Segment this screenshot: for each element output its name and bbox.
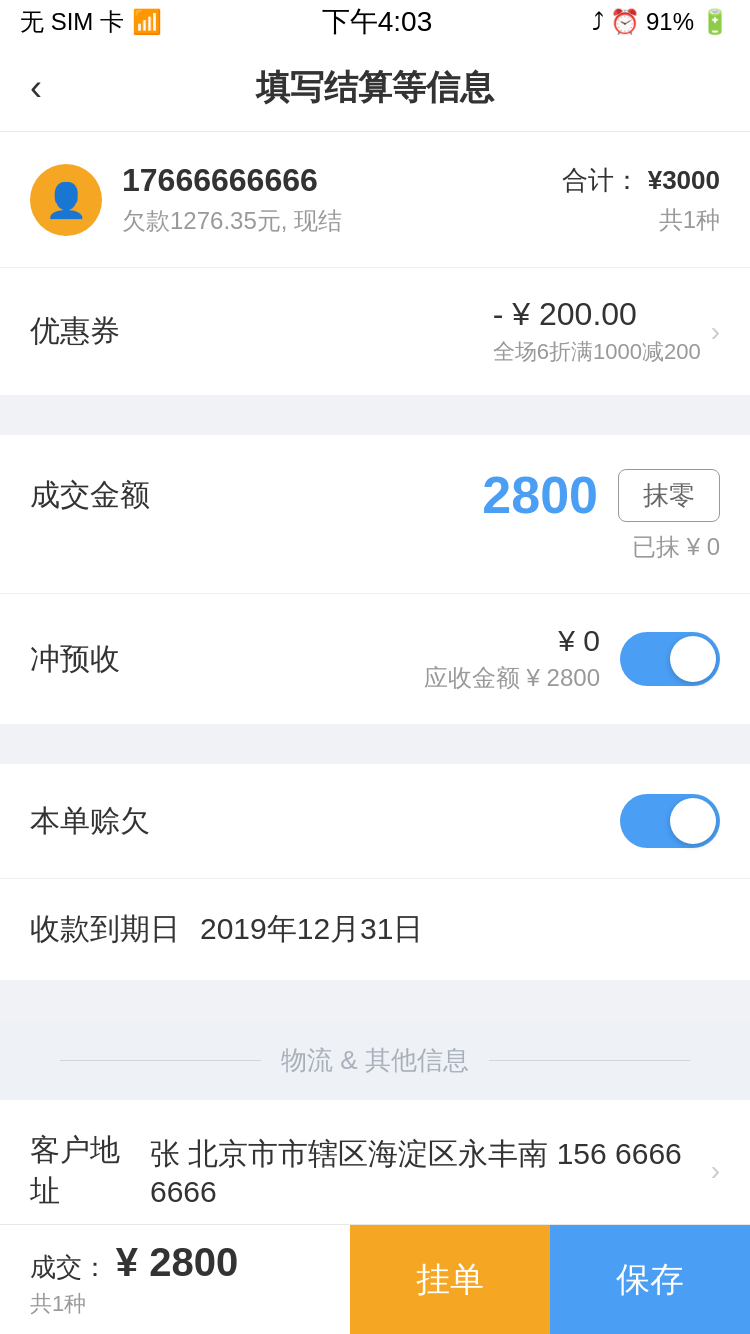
prereceive-right: ¥ 0 应收金额 ¥ 2800 — [424, 624, 720, 694]
section-divider-3 — [0, 1000, 750, 1020]
avatar-icon: 👤 — [45, 180, 87, 220]
coupon-desc: 全场6折满1000减200 — [493, 337, 701, 367]
bottom-summary: 成交： ¥ 2800 共1种 — [0, 1240, 350, 1319]
bottom-deal-amount: ¥ 2800 — [116, 1240, 238, 1284]
prereceive-section: 冲预收 ¥ 0 应收金额 ¥ 2800 — [0, 593, 750, 724]
coupon-label: 优惠券 — [30, 311, 120, 352]
wifi-icon: 📶 — [132, 8, 162, 36]
status-bar: 无 SIM 卡 📶 下午4:03 ⤴ ⏰ 91% 🔋 — [0, 0, 750, 44]
address-label: 客户地址 — [30, 1130, 130, 1212]
save-button[interactable]: 保存 — [550, 1225, 750, 1335]
prereceive-label: 冲预收 — [30, 639, 120, 680]
bottom-bar: 成交： ¥ 2800 共1种 挂单 保存 — [0, 1224, 750, 1334]
logistics-header-text: 物流 & 其他信息 — [261, 1043, 489, 1078]
amount-row: 成交金额 2800 抹零 — [30, 465, 720, 525]
duedate-value: 2019年12月31日 — [200, 909, 423, 950]
total-label: 合计： ¥3000 — [562, 163, 720, 198]
coupon-amount: - ¥ 200.00 — [493, 296, 701, 333]
logistics-header: 物流 & 其他信息 — [0, 1020, 750, 1100]
total-amount: ¥3000 — [648, 165, 720, 195]
deal-sub: 已抹 ¥ 0 — [30, 531, 720, 563]
prereceive-row: 冲预收 ¥ 0 应收金额 ¥ 2800 — [30, 624, 720, 694]
amount-section: 成交金额 2800 抹零 已抹 ¥ 0 — [0, 435, 750, 593]
nav-bar: ‹ 填写结算等信息 — [0, 44, 750, 132]
back-button[interactable]: ‹ — [30, 67, 42, 109]
battery-icon: 🔋 — [700, 8, 730, 36]
address-chevron-icon: › — [711, 1155, 720, 1187]
deal-value: 2800 — [482, 465, 598, 525]
alarm-icon: ⏰ — [610, 8, 640, 36]
customer-phone: 17666666666 — [122, 162, 342, 199]
customer-info: 17666666666 欠款1276.35元, 现结 — [122, 162, 342, 237]
prereceive-toggle[interactable] — [620, 632, 720, 686]
customer-left: 👤 17666666666 欠款1276.35元, 现结 — [30, 162, 342, 237]
customer-debt: 欠款1276.35元, 现结 — [122, 205, 342, 237]
debt-section: 本单赊欠 — [0, 764, 750, 878]
chevron-right-icon: › — [711, 316, 720, 348]
duedate-label: 收款到期日 — [30, 909, 180, 950]
debt-toggle[interactable] — [620, 794, 720, 848]
status-time: 下午4:03 — [322, 3, 433, 41]
amount-right: 2800 抹零 — [482, 465, 720, 525]
hold-button[interactable]: 挂单 — [350, 1225, 550, 1335]
status-right: ⤴ ⏰ 91% 🔋 — [592, 8, 730, 36]
section-divider-1 — [0, 415, 750, 435]
avatar: 👤 — [30, 164, 102, 236]
debt-label: 本单赊欠 — [30, 801, 150, 842]
coupon-info: - ¥ 200.00 全场6折满1000减200 — [493, 296, 701, 367]
address-section[interactable]: 客户地址 张 北京市市辖区海淀区永丰南 156 6666 6666 › — [0, 1100, 750, 1242]
prereceive-info: ¥ 0 应收金额 ¥ 2800 — [424, 624, 600, 694]
battery-percent: 91% — [646, 8, 694, 36]
location-icon: ⤴ — [592, 8, 604, 36]
total-count: 共1种 — [562, 204, 720, 236]
page-title: 填写结算等信息 — [256, 65, 494, 111]
round-button[interactable]: 抹零 — [618, 469, 720, 522]
prereceive-amount: ¥ 0 — [424, 624, 600, 658]
customer-right: 合计： ¥3000 共1种 — [562, 163, 720, 236]
coupon-row[interactable]: 优惠券 - ¥ 200.00 全场6折满1000减200 › — [0, 267, 750, 395]
customer-card: 👤 17666666666 欠款1276.35元, 现结 合计： ¥3000 共… — [0, 132, 750, 395]
status-left: 无 SIM 卡 📶 — [20, 6, 162, 38]
duedate-row: 收款到期日 2019年12月31日 — [30, 909, 720, 950]
bottom-deal-count: 共1种 — [30, 1289, 320, 1319]
deal-label: 成交金额 — [30, 475, 150, 516]
section-divider-2 — [0, 744, 750, 764]
address-value: 张 北京市市辖区海淀区永丰南 156 6666 6666 — [130, 1134, 711, 1209]
customer-row: 👤 17666666666 欠款1276.35元, 现结 合计： ¥3000 共… — [0, 132, 750, 267]
sim-label: 无 SIM 卡 — [20, 6, 124, 38]
bottom-deal-row: 成交： ¥ 2800 — [30, 1240, 320, 1285]
coupon-right: - ¥ 200.00 全场6折满1000减200 › — [493, 296, 720, 367]
duedate-section: 收款到期日 2019年12月31日 — [0, 878, 750, 980]
bottom-deal-label: 成交： — [30, 1252, 108, 1282]
prereceive-sub: 应收金额 ¥ 2800 — [424, 662, 600, 694]
content: 👤 17666666666 欠款1276.35元, 现结 合计： ¥3000 共… — [0, 132, 750, 1334]
